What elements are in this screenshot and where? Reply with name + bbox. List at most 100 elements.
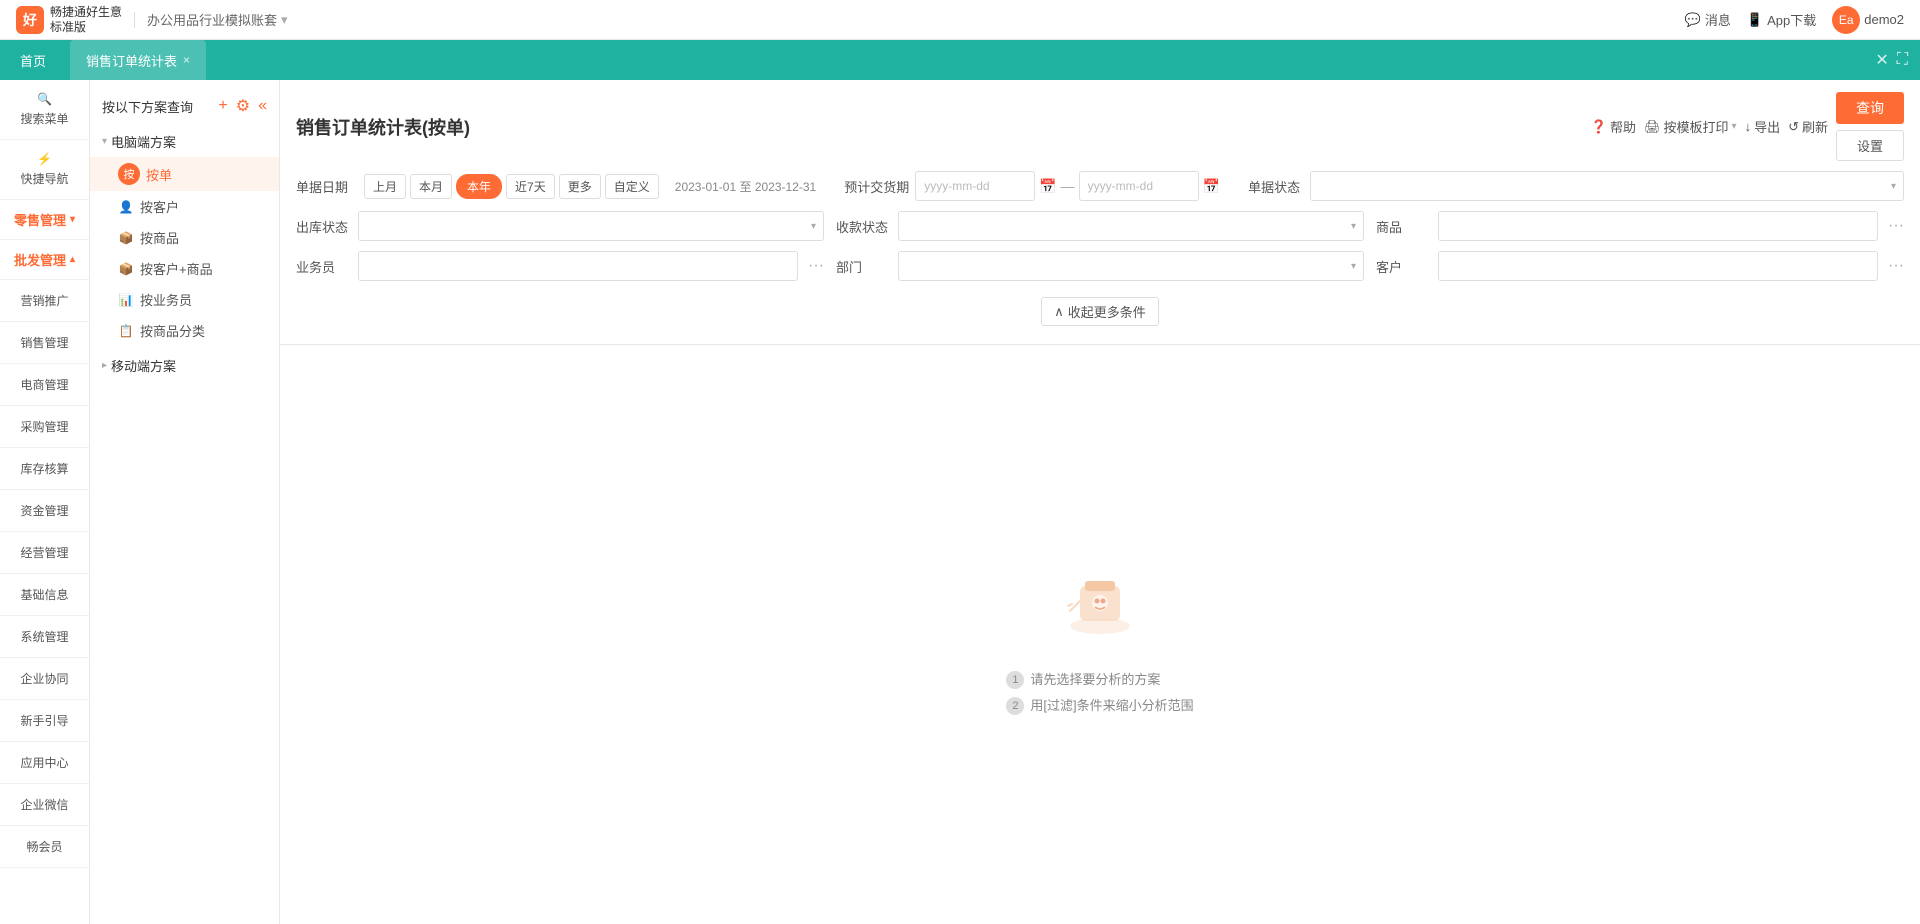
tree-child-by-category[interactable]: 📋 按商品分类 [90, 315, 279, 346]
date-btn-last7days[interactable]: 近7天 [506, 174, 555, 199]
sidebar-item-wechat[interactable]: 企业微信 [0, 784, 89, 826]
export-icon: ↓ [1745, 119, 1752, 134]
refresh-button[interactable]: ↺ 刷新 [1788, 117, 1828, 136]
tab-close-icon[interactable]: × [183, 53, 190, 67]
filter-row-2: 出库状态 ▾ 收款状态 ▾ [296, 211, 1904, 241]
sidebar-item-wholesale[interactable]: 批发管理 ▴ [0, 240, 89, 280]
salesperson-input[interactable] [358, 251, 798, 281]
refresh-icon: ↺ [1788, 119, 1799, 135]
tree-child-by-order[interactable]: 按 按单 [90, 157, 279, 191]
payment-status-select-wrapper: ▾ [898, 211, 1364, 241]
tree-child-by-customer-goods[interactable]: 📦 按客户+商品 [90, 253, 279, 284]
doc-status-select-wrapper: ▾ [1310, 171, 1904, 201]
settings-button[interactable]: 设置 [1836, 130, 1904, 161]
department-cell: 部门 ▾ [836, 251, 1364, 281]
department-select-wrapper: ▾ [898, 251, 1364, 281]
message-button[interactable]: 💬 消息 [1685, 10, 1731, 29]
sidebar-item-retail[interactable]: 零售管理 ▾ [0, 200, 89, 240]
expand-button[interactable]: ⛶ [1897, 51, 1908, 69]
sidebar-item-finance[interactable]: 资金管理 [0, 490, 89, 532]
chevron-right-icon: ▸ [102, 360, 107, 371]
delivery-status-select[interactable] [358, 211, 824, 241]
salesperson-icon: 📊 [118, 292, 134, 308]
top-bar: 好 畅捷通好生意 标准版 办公用品行业模拟账套 ▾ 💬 消息 📱 App下载 E… [0, 0, 1920, 40]
app-icon: 📱 [1747, 12, 1763, 28]
sidebar-item-inventory[interactable]: 库存核算 [0, 448, 89, 490]
message-icon: 💬 [1685, 12, 1701, 28]
panel-header-actions: + ⚙ « [218, 96, 267, 116]
sidebar-item-search-menu[interactable]: 🔍 搜索菜单 [0, 80, 89, 140]
logo-text: 畅捷通好生意 标准版 [50, 5, 122, 34]
sidebar-item-cooperation[interactable]: 企业协同 [0, 658, 89, 700]
chevron-down-icon[interactable]: ▾ [281, 12, 288, 28]
scheme-settings-button[interactable]: ⚙ [236, 96, 250, 116]
date-btn-more[interactable]: 更多 [559, 174, 601, 199]
date-btn-this-year[interactable]: 本年 [456, 174, 502, 199]
export-button[interactable]: ↓ 导出 [1745, 117, 1781, 136]
chevron-down-icon: ▾ [70, 214, 75, 225]
date-separator: — [1061, 178, 1075, 194]
breadcrumb: 办公用品行业模拟账套 ▾ [147, 10, 288, 29]
delivery-date-from[interactable] [915, 171, 1035, 201]
filter-toolbar: 销售订单统计表(按单) ❓ 帮助 🖨 按模板打印 ▾ ↓ [296, 92, 1904, 161]
date-btn-last-month[interactable]: 上月 [364, 174, 406, 199]
content-area: 按以下方案查询 + ⚙ « ▾ 电脑端方案 按 按单 👤 [90, 80, 1920, 924]
sidebar-item-basic[interactable]: 基础信息 [0, 574, 89, 616]
help-icon: ❓ [1591, 119, 1607, 135]
salesperson-more-icon[interactable]: ··· [808, 257, 824, 275]
goods-more-icon[interactable]: ··· [1888, 217, 1904, 235]
date-btn-custom[interactable]: 自定义 [605, 174, 659, 199]
nav-icon: ⚡ [37, 152, 52, 166]
date-range-text: 2023-01-01 至 2023-12-31 [675, 178, 816, 195]
sidebar-item-system[interactable]: 系统管理 [0, 616, 89, 658]
tab-home[interactable]: 首页 [0, 40, 66, 80]
sidebar-item-quick-nav[interactable]: ⚡ 快捷导航 [0, 140, 89, 200]
sidebar-item-purchase[interactable]: 采购管理 [0, 406, 89, 448]
user-area[interactable]: Ea demo2 [1832, 6, 1904, 34]
empty-tips: 1 请先选择要分析的方案 2 用[过滤]条件来缩小分析范围 [1006, 667, 1193, 719]
sidebar-item-appstore[interactable]: 应用中心 [0, 742, 89, 784]
tree-child-by-goods[interactable]: 📦 按商品 [90, 222, 279, 253]
collapse-icon: ∧ [1054, 304, 1064, 320]
tree-child-by-salesperson[interactable]: 📊 按业务员 [90, 284, 279, 315]
sidebar-item-sales[interactable]: 销售管理 [0, 322, 89, 364]
help-button[interactable]: ❓ 帮助 [1591, 117, 1636, 136]
main-layout: 🔍 搜索菜单 ⚡ 快捷导航 零售管理 ▾ 批发管理 ▴ 营销推广 销售管理 电商… [0, 80, 1920, 924]
sidebar-item-guide[interactable]: 新手引导 [0, 700, 89, 742]
delivery-date-to[interactable] [1079, 171, 1199, 201]
payment-status-cell: 收款状态 ▾ [836, 211, 1364, 241]
collapse-button[interactable]: ∧ 收起更多条件 [1041, 297, 1159, 326]
tab-bar-actions: ✕ ⛶ [1875, 50, 1920, 70]
filter-section: 销售订单统计表(按单) ❓ 帮助 🖨 按模板打印 ▾ ↓ [280, 80, 1920, 345]
goods-input[interactable] [1438, 211, 1878, 241]
collapse-panel-button[interactable]: « [258, 96, 267, 116]
template-print-button[interactable]: 🖨 按模板打印 ▾ [1644, 117, 1737, 136]
customer-input[interactable] [1438, 251, 1878, 281]
calendar-icon2: 📅 [1203, 178, 1220, 195]
customer-more-icon[interactable]: ··· [1888, 257, 1904, 275]
tree-parent-pc[interactable]: ▾ 电脑端方案 [90, 126, 279, 157]
sidebar: 🔍 搜索菜单 ⚡ 快捷导航 零售管理 ▾ 批发管理 ▴ 营销推广 销售管理 电商… [0, 80, 90, 924]
add-scheme-button[interactable]: + [218, 96, 227, 116]
tree-parent-mobile[interactable]: ▸ 移动端方案 [90, 350, 279, 381]
app-download-button[interactable]: 📱 App下载 [1747, 10, 1816, 29]
printer-icon: 🖨 [1644, 119, 1661, 135]
top-bar-left: 好 畅捷通好生意 标准版 办公用品行业模拟账套 ▾ [16, 5, 288, 34]
goods-cell: 商品 ··· [1376, 211, 1904, 241]
sidebar-item-ecommerce[interactable]: 电商管理 [0, 364, 89, 406]
department-select[interactable] [898, 251, 1364, 281]
tree-child-by-customer[interactable]: 👤 按客户 [90, 191, 279, 222]
query-button[interactable]: 查询 [1836, 92, 1904, 124]
minimize-button[interactable]: ✕ [1875, 50, 1888, 70]
date-btn-this-month[interactable]: 本月 [410, 174, 452, 199]
tip-num-2: 2 [1006, 697, 1024, 715]
sidebar-item-operation[interactable]: 经营管理 [0, 532, 89, 574]
customer-cell: 客户 ··· [1376, 251, 1904, 281]
sidebar-item-marketing[interactable]: 营销推广 [0, 280, 89, 322]
payment-status-select[interactable] [898, 211, 1364, 241]
doc-status-select[interactable] [1310, 171, 1904, 201]
chevron-down-icon: ▾ [102, 136, 107, 147]
tab-current[interactable]: 销售订单统计表 × [70, 40, 206, 80]
top-bar-right: 💬 消息 📱 App下载 Ea demo2 [1685, 6, 1904, 34]
sidebar-item-member[interactable]: 畅会员 [0, 826, 89, 868]
